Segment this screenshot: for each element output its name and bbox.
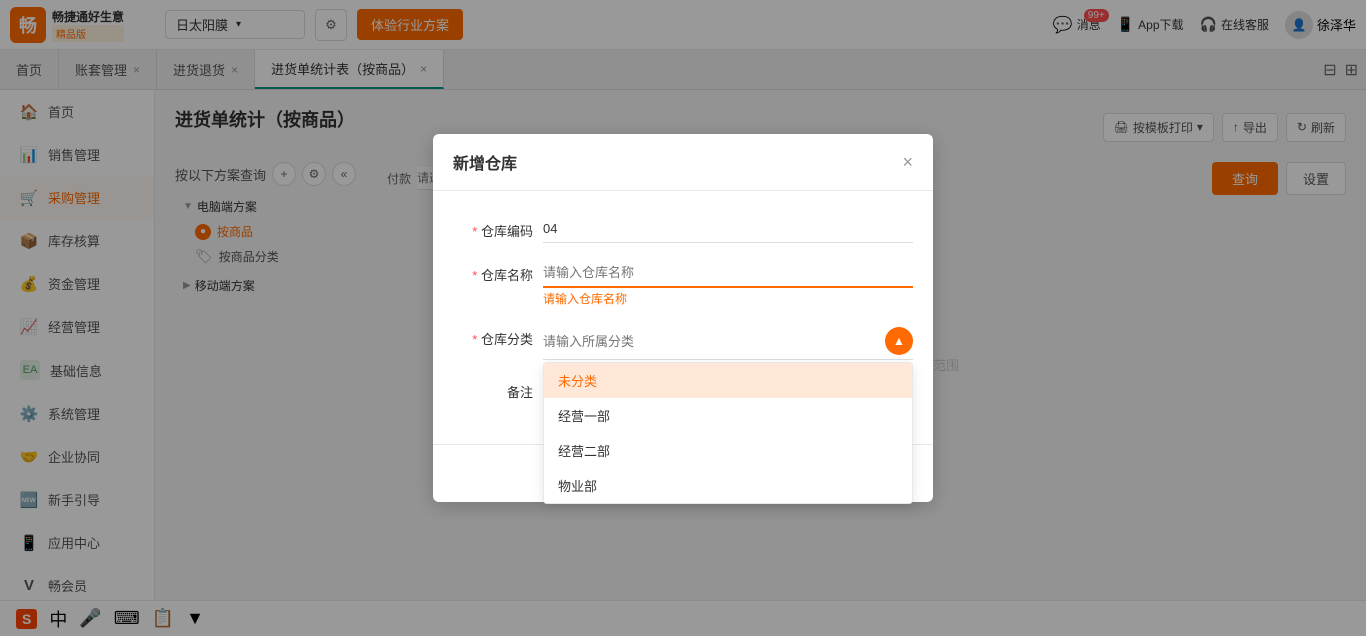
category-option-property[interactable]: 物业部 bbox=[544, 468, 912, 503]
form-row-code: * 仓库编码 bbox=[453, 215, 913, 243]
category-dropdown-list: 未分类 经营一部 经营二部 物业部 bbox=[543, 362, 913, 504]
category-input[interactable] bbox=[543, 334, 885, 349]
form-row-name: * 仓库名称 请输入仓库名称 bbox=[453, 259, 913, 307]
category-option-ops1[interactable]: 经营一部 bbox=[544, 398, 912, 433]
name-input[interactable] bbox=[543, 259, 913, 288]
code-label: * 仓库编码 bbox=[453, 215, 533, 240]
code-input-wrap bbox=[543, 215, 913, 243]
category-option-ops2[interactable]: 经营二部 bbox=[544, 433, 912, 468]
dialog-header: 新增仓库 × bbox=[433, 134, 933, 191]
notes-label: 备注 bbox=[453, 376, 533, 401]
new-warehouse-dialog: 新增仓库 × * 仓库编码 * 仓库名称 bbox=[433, 134, 933, 502]
name-input-wrap: 请输入仓库名称 bbox=[543, 259, 913, 307]
category-option-unclassified[interactable]: 未分类 bbox=[544, 363, 912, 398]
name-error-msg: 请输入仓库名称 bbox=[543, 290, 913, 307]
dialog-close-button[interactable]: × bbox=[902, 152, 913, 173]
dialog-body: * 仓库编码 * 仓库名称 请输入仓库名称 bbox=[433, 191, 933, 444]
modal-overlay[interactable]: 新增仓库 × * 仓库编码 * 仓库名称 bbox=[0, 0, 1366, 636]
category-input-wrap: ▲ 未分类 经营一部 经营二部 物业部 bbox=[543, 323, 913, 360]
category-toggle-button[interactable]: ▲ bbox=[885, 327, 913, 355]
form-row-category: * 仓库分类 ▲ 未分类 经营一部 经营二部 物业部 bbox=[453, 323, 913, 360]
category-label: * 仓库分类 bbox=[453, 323, 533, 348]
code-input[interactable] bbox=[543, 215, 913, 243]
dialog-title: 新增仓库 bbox=[453, 150, 517, 174]
name-label: * 仓库名称 bbox=[453, 259, 533, 284]
category-dropdown-wrap: ▲ bbox=[543, 323, 913, 360]
